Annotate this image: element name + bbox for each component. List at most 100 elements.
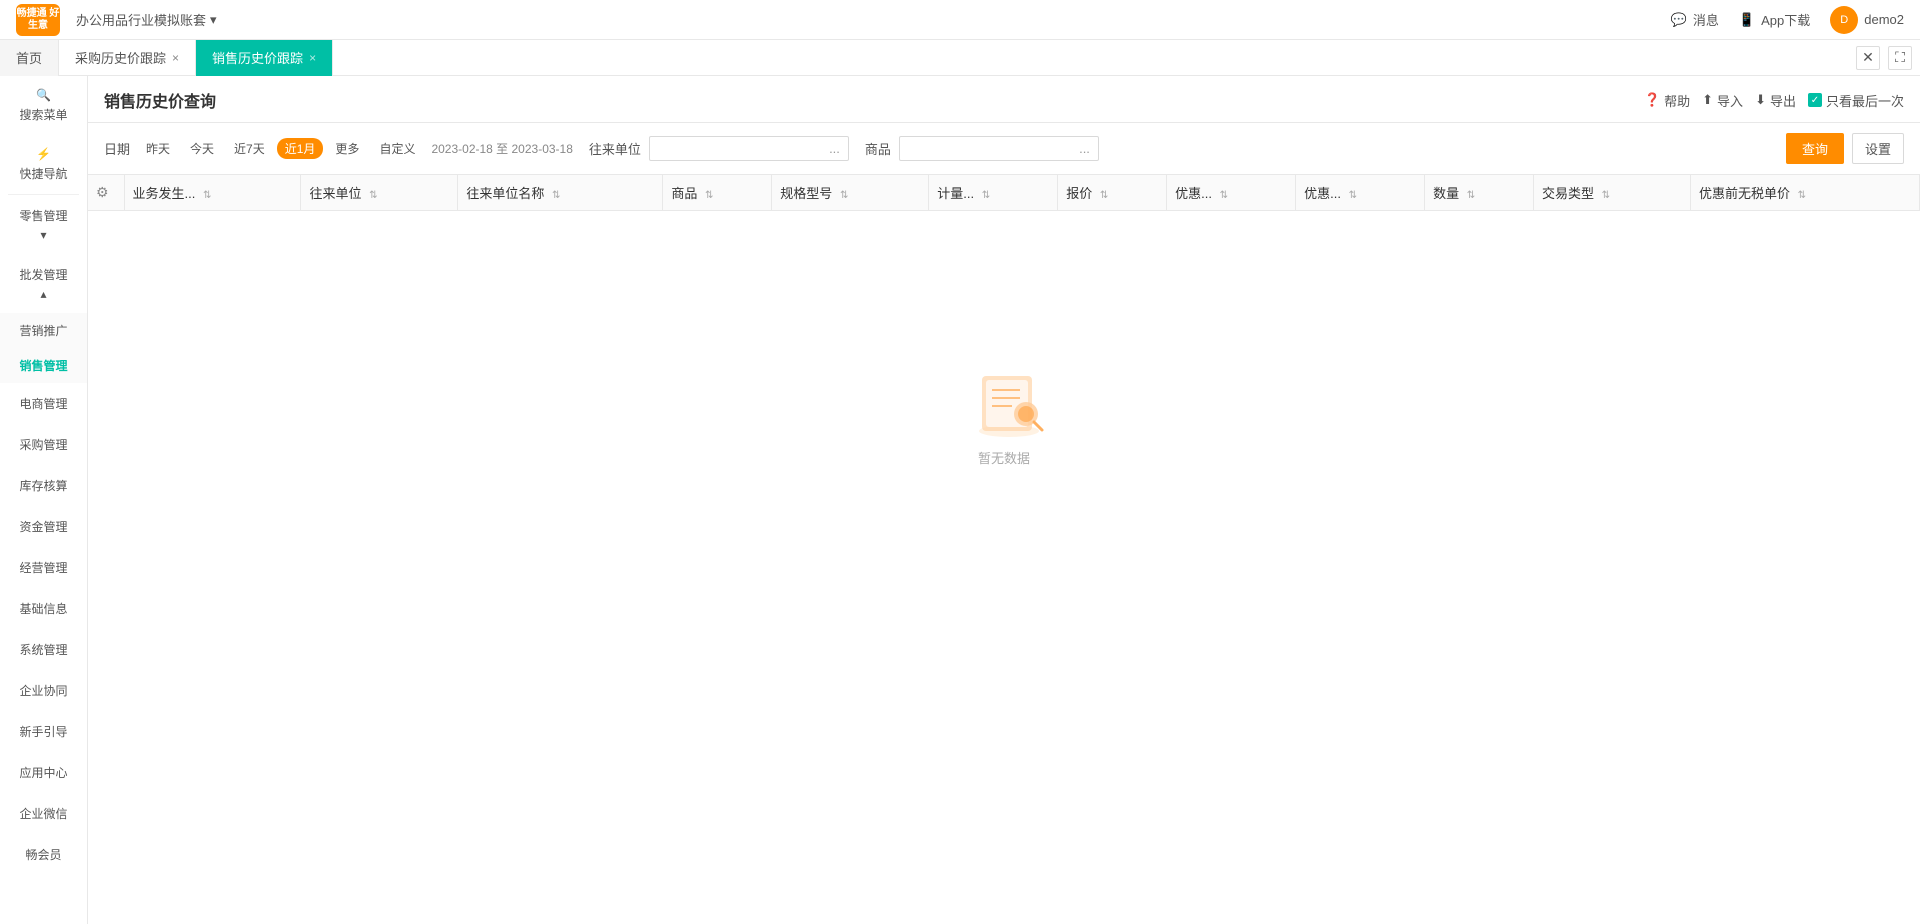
sort-trade-type-icon: ⇅ (1602, 190, 1610, 201)
tab-purchase-history[interactable]: 采购历史价跟踪 × (59, 40, 196, 76)
th-partner-name[interactable]: 往来单位名称 ⇅ (458, 175, 663, 211)
date-btn-more[interactable]: 更多 (327, 138, 367, 159)
th-discount2[interactable]: 优惠... ⇅ (1296, 175, 1425, 211)
main-layout: 🔍 搜索菜单 ⚡ 快捷导航 零售管理 ▾ 批发管理 ▴ 营销推广 销售管理 电商… (0, 76, 1920, 924)
sidebar-item-shortcut[interactable]: ⚡ 快捷导航 (0, 135, 87, 194)
sidebar-item-operations[interactable]: 经营管理 (0, 547, 87, 588)
th-price-label: 报价 (1066, 186, 1092, 201)
help-label: 帮助 (1664, 91, 1690, 110)
app-name: 办公用品行业模拟账套 (76, 10, 206, 29)
message-group[interactable]: 💬 消息 (1671, 10, 1719, 29)
th-product[interactable]: 商品 ⇅ (663, 175, 772, 211)
partner-dots: ... (829, 141, 840, 156)
sort-partner-code-icon: ⇅ (369, 190, 377, 201)
app-download-label: App下载 (1761, 10, 1810, 29)
product-label: 商品 (865, 139, 891, 158)
import-icon: ⬆ (1702, 92, 1713, 108)
sidebar-item-ecommerce[interactable]: 电商管理 (0, 383, 87, 424)
sidebar-item-apps[interactable]: 应用中心 (0, 752, 87, 793)
help-action[interactable]: ❓ 帮助 (1644, 91, 1690, 110)
th-discount2-label: 优惠... (1304, 186, 1341, 201)
sidebar-item-wechat[interactable]: 企业微信 (0, 793, 87, 834)
filter-right-actions: 查询 设置 (1786, 133, 1904, 164)
last-once-checkbox[interactable]: ✓ (1808, 93, 1822, 107)
message-label: 消息 (1693, 10, 1719, 29)
user-name: demo2 (1864, 12, 1904, 27)
table-header-row: ⚙ 业务发生... ⇅ 往来单位 ⇅ 往来单位名称 ⇅ (88, 175, 1920, 211)
sidebar-item-basic[interactable]: 基础信息 (0, 588, 87, 629)
date-btn-7days[interactable]: 近7天 (226, 138, 273, 159)
partner-label: 往来单位 (589, 139, 641, 158)
gear-icon[interactable]: ⚙ (96, 184, 109, 200)
sort-product-icon: ⇅ (705, 190, 713, 201)
th-biz-date[interactable]: 业务发生... ⇅ (124, 175, 301, 211)
sidebar-subitem-marketing[interactable]: 营销推广 (0, 313, 87, 348)
th-qty[interactable]: 数量 ⇅ (1425, 175, 1534, 211)
sidebar-item-retail[interactable]: 零售管理 ▾ (0, 195, 87, 254)
th-price[interactable]: 报价 ⇅ (1058, 175, 1167, 211)
tab-purchase-label: 采购历史价跟踪 (75, 48, 166, 67)
user-group[interactable]: D demo2 (1830, 6, 1904, 34)
empty-state: 暂无数据 (88, 211, 1920, 611)
import-action[interactable]: ⬆ 导入 (1702, 91, 1743, 110)
sort-unit-icon: ⇅ (982, 190, 990, 201)
th-trade-type-label: 交易类型 (1542, 186, 1594, 201)
th-unit-label: 计量... (937, 186, 974, 201)
th-partner-code[interactable]: 往来单位 ⇅ (301, 175, 458, 211)
date-label: 日期 (104, 139, 130, 158)
partner-input[interactable]: ... (649, 136, 849, 161)
export-action[interactable]: ⬇ 导出 (1755, 91, 1796, 110)
sidebar-item-search[interactable]: 🔍 搜索菜单 (0, 76, 87, 135)
sidebar-item-guide[interactable]: 新手引导 (0, 711, 87, 752)
tab-sales-close[interactable]: × (309, 51, 316, 65)
date-btn-yesterday[interactable]: 昨天 (138, 138, 178, 159)
th-discount1[interactable]: 优惠... ⇅ (1167, 175, 1296, 211)
sidebar-item-system[interactable]: 系统管理 (0, 629, 87, 670)
sidebar-sales-label: 销售管理 (19, 359, 67, 373)
empty-text: 暂无数据 (978, 448, 1030, 467)
sidebar-item-enterprise[interactable]: 企业协同 (0, 670, 87, 711)
date-btn-1month[interactable]: 近1月 (277, 138, 324, 159)
sidebar-wechat-label: 企业微信 (19, 805, 67, 822)
close-tab-btn[interactable]: ✕ (1856, 46, 1880, 70)
tab-sales-history[interactable]: 销售历史价跟踪 × (196, 40, 333, 76)
page-title: 销售历史价查询 (104, 88, 216, 112)
sidebar-item-wholesale[interactable]: 批发管理 ▴ (0, 254, 87, 313)
export-label: 导出 (1770, 91, 1796, 110)
th-trade-type[interactable]: 交易类型 ⇅ (1534, 175, 1691, 211)
date-btn-today[interactable]: 今天 (182, 138, 222, 159)
th-pretax-price[interactable]: 优惠前无税单价 ⇅ (1690, 175, 1919, 211)
query-button[interactable]: 查询 (1786, 133, 1844, 164)
app-selector[interactable]: 办公用品行业模拟账套 ▾ (68, 6, 225, 33)
retail-arrow-icon: ▾ (40, 228, 46, 242)
product-dots: ... (1079, 141, 1090, 156)
sidebar-item-member[interactable]: 畅会员 (0, 834, 87, 875)
sidebar-subitem-sales[interactable]: 销售管理 (0, 348, 87, 383)
sidebar-item-purchase[interactable]: 采购管理 (0, 424, 87, 465)
partner-filter-group: 往来单位 ... (589, 136, 849, 161)
help-icon: ❓ (1644, 92, 1660, 108)
sidebar: 🔍 搜索菜单 ⚡ 快捷导航 零售管理 ▾ 批发管理 ▴ 营销推广 销售管理 电商… (0, 76, 88, 924)
th-partner-name-label: 往来单位名称 (466, 186, 544, 201)
maximize-btn[interactable]: ⛶ (1888, 46, 1912, 70)
tab-purchase-close[interactable]: × (172, 51, 179, 65)
product-filter-group: 商品 ... (865, 136, 1099, 161)
th-spec[interactable]: 规格型号 ⇅ (772, 175, 929, 211)
sidebar-ecommerce-label: 电商管理 (19, 395, 67, 412)
sidebar-item-finance[interactable]: 资金管理 (0, 506, 87, 547)
date-btn-custom[interactable]: 自定义 (371, 138, 423, 159)
search-icon: 🔍 (36, 88, 51, 102)
last-once-action[interactable]: ✓ 只看最后一次 (1808, 91, 1904, 110)
sidebar-inventory-label: 库存核算 (19, 477, 67, 494)
product-input[interactable]: ... (899, 136, 1099, 161)
sort-discount2-icon: ⇅ (1349, 190, 1357, 201)
th-unit[interactable]: 计量... ⇅ (929, 175, 1058, 211)
tab-home-label: 首页 (16, 48, 42, 67)
app-download-group[interactable]: 📱 App下载 (1739, 10, 1810, 29)
sidebar-basic-label: 基础信息 (19, 600, 67, 617)
tab-home[interactable]: 首页 (0, 40, 59, 76)
settings-button[interactable]: 设置 (1852, 133, 1904, 164)
th-gear[interactable]: ⚙ (88, 175, 124, 211)
sidebar-item-inventory[interactable]: 库存核算 (0, 465, 87, 506)
message-icon: 💬 (1671, 12, 1687, 28)
